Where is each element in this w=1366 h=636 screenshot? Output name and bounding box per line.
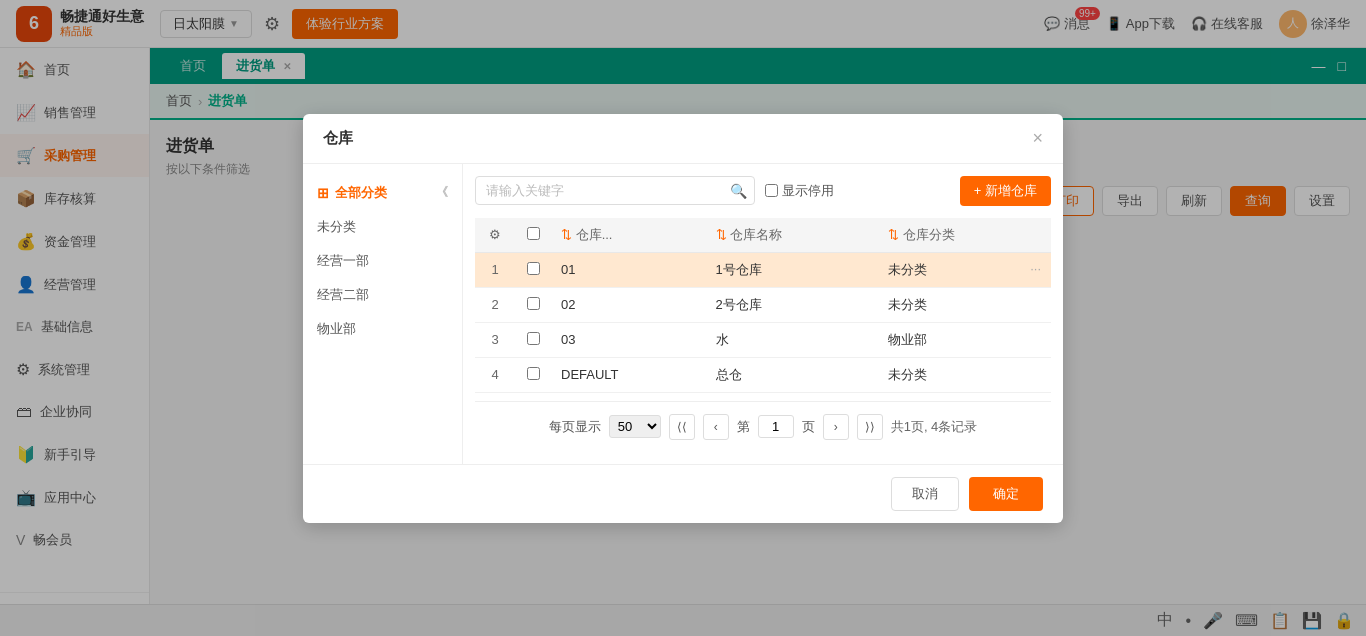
search-icon[interactable]: 🔍 [730, 183, 747, 199]
row-name-1: 1号仓库 [706, 252, 879, 287]
panel-collapse-icon[interactable]: 《 [436, 184, 448, 201]
grid-icon: ⊞ [317, 185, 329, 201]
col-settings: ⚙ [475, 218, 515, 253]
all-categories-label: 全部分类 [335, 184, 387, 202]
col-code: ⇅ 仓库... [551, 218, 706, 253]
cancel-button[interactable]: 取消 [891, 477, 959, 511]
select-all-checkbox[interactable] [527, 227, 540, 240]
category-unclassified[interactable]: 未分类 [303, 210, 462, 244]
add-warehouse-button[interactable]: + 新增仓库 [960, 176, 1051, 206]
all-categories-header[interactable]: ⊞ 全部分类 《 [303, 176, 462, 210]
table-row[interactable]: 3 03 水 物业部 [475, 322, 1051, 357]
table-header-row: ⚙ ⇅ 仓库... ⇅ [475, 218, 1051, 253]
row-actions-1[interactable]: ··· [1030, 261, 1041, 276]
row-category-4: 未分类 [878, 357, 1051, 392]
per-page-select[interactable]: 50 100 200 [609, 415, 661, 438]
row-num-3: 3 [475, 322, 515, 357]
row-name-2: 2号仓库 [706, 287, 879, 322]
show-disabled-label[interactable]: 显示停用 [765, 182, 834, 200]
search-input-wrap: 🔍 [475, 176, 755, 205]
modal-right-panel: 🔍 显示停用 + 新增仓库 ⚙ [463, 164, 1063, 464]
sort-icon-name[interactable]: ⇅ [716, 227, 727, 242]
row-code-4: DEFAULT [551, 357, 706, 392]
row-num-1: 1 [475, 252, 515, 287]
row-name-4: 总仓 [706, 357, 879, 392]
category-operations-2[interactable]: 经营二部 [303, 278, 462, 312]
modal-header: 仓库 × [303, 114, 1063, 164]
page-number-input[interactable] [758, 415, 794, 438]
row-num-2: 2 [475, 287, 515, 322]
warehouse-table: ⚙ ⇅ 仓库... ⇅ [475, 218, 1051, 393]
row-category-2: 未分类 [878, 287, 1051, 322]
modal-footer: 取消 确定 [303, 464, 1063, 523]
category-property[interactable]: 物业部 [303, 312, 462, 346]
modal-search-bar: 🔍 显示停用 + 新增仓库 [475, 176, 1051, 206]
row-category-1: 未分类 ··· [878, 252, 1051, 287]
row-code-1: 01 [551, 252, 706, 287]
column-settings-icon[interactable]: ⚙ [489, 227, 501, 242]
warehouse-table-wrap: ⚙ ⇅ 仓库... ⇅ [475, 218, 1051, 393]
warehouse-modal: 仓库 × ⊞ 全部分类 《 未分类 经营一部 经营二部 [303, 114, 1063, 523]
row-check-1[interactable] [515, 252, 551, 287]
modal-body: ⊞ 全部分类 《 未分类 经营一部 经营二部 物业部 [303, 164, 1063, 464]
show-disabled-checkbox[interactable] [765, 184, 778, 197]
table-row[interactable]: 2 02 2号仓库 未分类 [475, 287, 1051, 322]
table-row[interactable]: 4 DEFAULT 总仓 未分类 [475, 357, 1051, 392]
first-page-button[interactable]: ⟨⟨ [669, 414, 695, 440]
col-name: ⇅ 仓库名称 [706, 218, 879, 253]
modal-left-panel: ⊞ 全部分类 《 未分类 经营一部 经营二部 物业部 [303, 164, 463, 464]
row-check-2[interactable] [515, 287, 551, 322]
last-page-button[interactable]: ⟩⟩ [857, 414, 883, 440]
row-check-3[interactable] [515, 322, 551, 357]
next-page-button[interactable]: › [823, 414, 849, 440]
modal-overlay: 仓库 × ⊞ 全部分类 《 未分类 经营一部 经营二部 [0, 0, 1366, 636]
row-code-3: 03 [551, 322, 706, 357]
modal-close-button[interactable]: × [1032, 128, 1043, 149]
row-num-4: 4 [475, 357, 515, 392]
pagination: 每页显示 50 100 200 ⟨⟨ ‹ 第 页 › ⟩⟩ 共1页, 4条记录 [475, 401, 1051, 452]
col-checkbox [515, 218, 551, 253]
row-category-3: 物业部 [878, 322, 1051, 357]
sort-icon-code[interactable]: ⇅ [561, 227, 572, 242]
sort-icon-category[interactable]: ⇅ [888, 227, 899, 242]
row-name-3: 水 [706, 322, 879, 357]
modal-title: 仓库 [323, 129, 353, 148]
confirm-button[interactable]: 确定 [969, 477, 1043, 511]
page-label: 第 [737, 418, 750, 436]
total-info: 共1页, 4条记录 [891, 418, 978, 436]
page-unit: 页 [802, 418, 815, 436]
prev-page-button[interactable]: ‹ [703, 414, 729, 440]
table-row[interactable]: 1 01 1号仓库 未分类 ··· [475, 252, 1051, 287]
per-page-label: 每页显示 [549, 418, 601, 436]
warehouse-search-input[interactable] [475, 176, 755, 205]
col-category: ⇅ 仓库分类 [878, 218, 1051, 253]
row-code-2: 02 [551, 287, 706, 322]
row-check-4[interactable] [515, 357, 551, 392]
category-operations-1[interactable]: 经营一部 [303, 244, 462, 278]
